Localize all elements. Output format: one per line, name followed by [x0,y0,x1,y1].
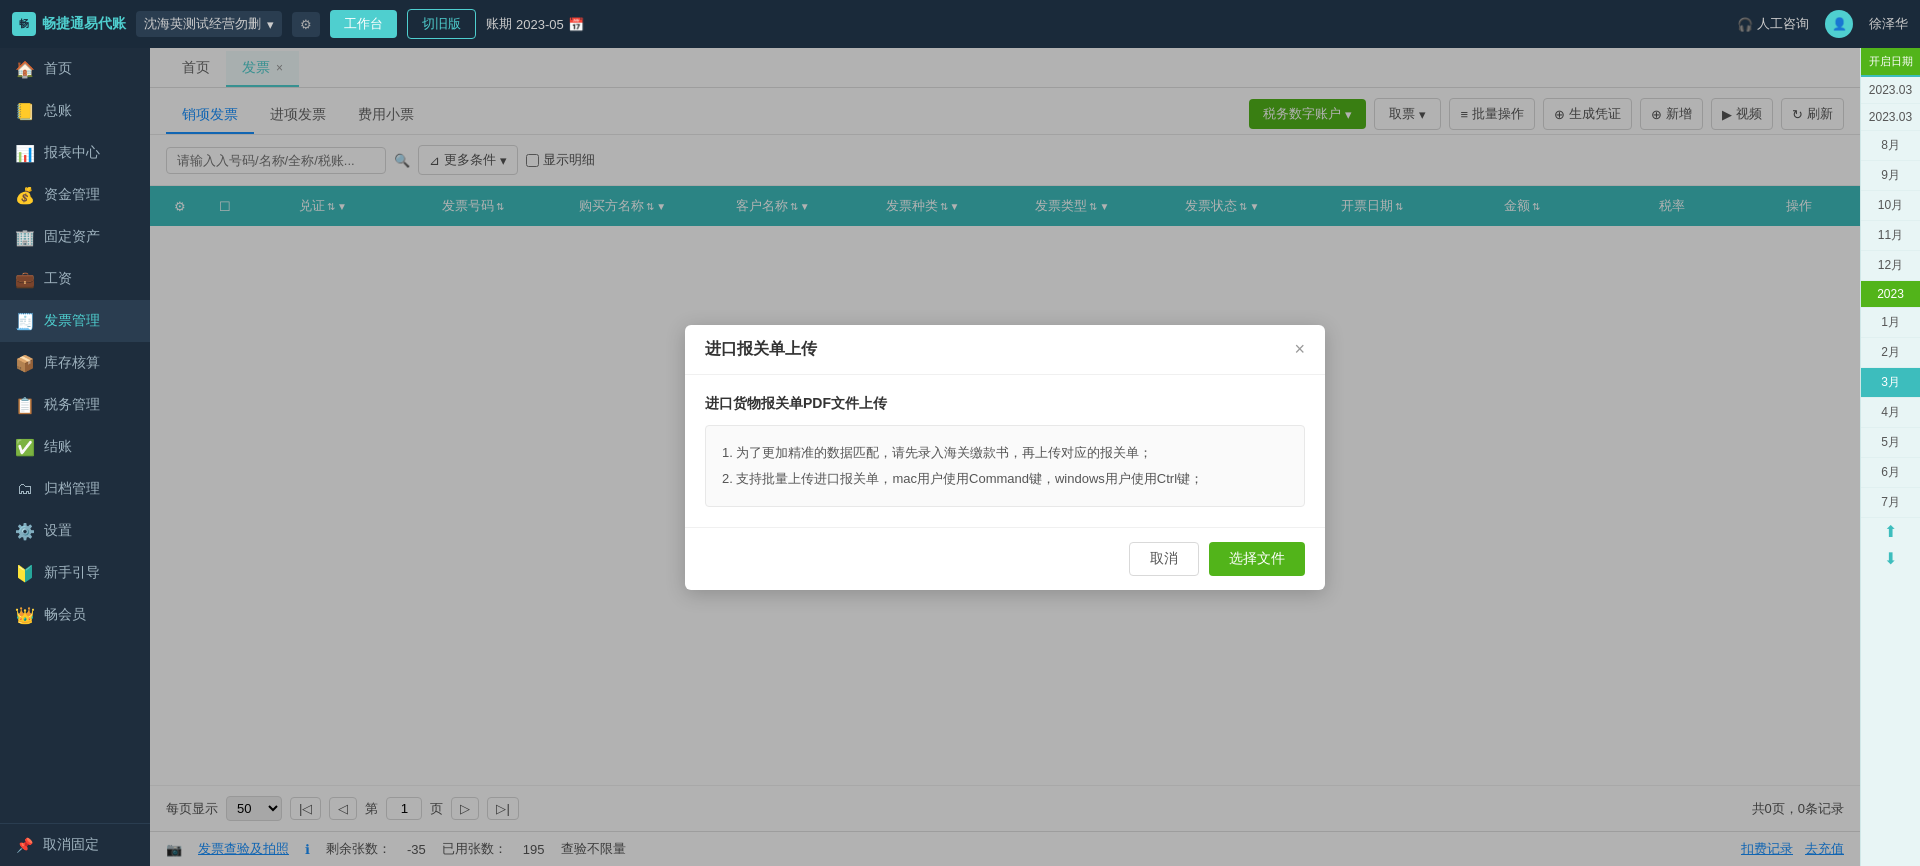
open-account-btn[interactable]: 开启日期 [1861,48,1920,75]
company-name: 沈海英测试经营勿删 [144,15,261,33]
sidebar-item-label: 总账 [44,102,72,120]
member-icon: 👑 [16,606,34,624]
calendar-icon[interactable]: 📅 [568,17,584,32]
archive-icon: 🗂 [16,480,34,498]
modal-close-btn[interactable]: × [1294,339,1305,360]
company-selector[interactable]: 沈海英测试经营勿删 ▾ [136,11,282,37]
period-item-0[interactable]: 2023.03 [1861,77,1920,104]
report-icon: 📊 [16,144,34,162]
period-item-7[interactable]: 2023 [1861,281,1920,308]
fund-icon: 💰 [16,186,34,204]
home-icon: 🏠 [16,60,34,78]
upload-info-box: 1. 为了更加精准的数据匹配，请先录入海关缴款书，再上传对应的报关单； 2. 支… [705,425,1305,507]
period-item-11[interactable]: 4月 [1861,398,1920,428]
headset-icon: 🎧 [1737,17,1753,32]
period-item-3[interactable]: 9月 [1861,161,1920,191]
pin-icon: 📌 [16,837,33,853]
sidebar-item-ledger[interactable]: 📒 总账 [0,90,150,132]
modal-header: 进口报关单上传 × [685,325,1325,375]
sidebar-item-asset[interactable]: 🏢 固定资产 [0,216,150,258]
sidebar-item-label: 发票管理 [44,312,100,330]
company-action-btn[interactable]: ⚙ [292,12,320,37]
sidebar-item-home[interactable]: 🏠 首页 [0,48,150,90]
sidebar-bottom: 📌 取消固定 [0,823,150,866]
right-panel: 开启日期 期间选择 2023.03 2023.03 8月 9月 10月 11月 … [1860,48,1920,866]
upload-info-item-1: 1. 为了更加精准的数据匹配，请先录入海关缴款书，再上传对应的报关单； [722,440,1288,466]
main-layout: 🏠 首页 📒 总账 📊 报表中心 💰 资金管理 🏢 固定资产 💼 工资 [0,48,1920,866]
user-avatar: 👤 [1825,10,1853,38]
period-item-9[interactable]: 2月 [1861,338,1920,368]
sidebar-item-label: 报表中心 [44,144,100,162]
top-bar-right: 🎧 人工咨询 👤 徐泽华 [1737,10,1908,38]
ledger-icon: 📒 [16,102,34,120]
sidebar-item-salary[interactable]: 💼 工资 [0,258,150,300]
modal-overlay[interactable]: 进口报关单上传 × 进口货物报关单PDF文件上传 1. 为了更加精准的数据匹配，… [150,48,1860,866]
sidebar-item-inventory[interactable]: 📦 库存核算 [0,342,150,384]
sidebar-item-label: 设置 [44,522,72,540]
sidebar-item-archive[interactable]: 🗂 归档管理 [0,468,150,510]
sidebar-item-label: 首页 [44,60,72,78]
logo-icon: 畅 [12,12,36,36]
period-item-8[interactable]: 1月 [1861,308,1920,338]
settlement-icon: ✅ [16,438,34,456]
period-item-13[interactable]: 6月 [1861,458,1920,488]
period-item-5[interactable]: 11月 [1861,221,1920,251]
asset-icon: 🏢 [16,228,34,246]
sidebar-item-label: 资金管理 [44,186,100,204]
sidebar-item-guide[interactable]: 🔰 新手引导 [0,552,150,594]
modal-title: 进口报关单上传 [705,339,817,360]
invoice-icon: 🧾 [16,312,34,330]
period-info: 账期 2023-05 📅 [486,15,584,33]
select-file-btn[interactable]: 选择文件 [1209,542,1305,576]
user-name: 徐泽华 [1869,15,1908,33]
guide-icon: 🔰 [16,564,34,582]
inventory-icon: 📦 [16,354,34,372]
period-value: 2023-05 [516,17,564,32]
tax-icon: 📋 [16,396,34,414]
period-item-14[interactable]: 7月 [1861,488,1920,518]
sidebar-item-label: 新手引导 [44,564,100,582]
sidebar-item-member[interactable]: 👑 畅会员 [0,594,150,636]
sidebar-item-tax[interactable]: 📋 税务管理 [0,384,150,426]
upload-section-title: 进口货物报关单PDF文件上传 [705,395,1305,413]
import-modal: 进口报关单上传 × 进口货物报关单PDF文件上传 1. 为了更加精准的数据匹配，… [685,325,1325,590]
period-item-4[interactable]: 10月 [1861,191,1920,221]
period-item-6[interactable]: 12月 [1861,251,1920,281]
sidebar-item-label: 固定资产 [44,228,100,246]
sidebar-item-fund[interactable]: 💰 资金管理 [0,174,150,216]
sidebar-item-invoice[interactable]: 🧾 发票管理 [0,300,150,342]
collapse-up-btn[interactable]: ⬆ [1861,518,1920,545]
collapse-down-btn[interactable]: ⬇ [1861,545,1920,572]
sidebar-item-label: 库存核算 [44,354,100,372]
upload-info-item-2: 2. 支持批量上传进口报关单，mac用户使用Command键，windows用户… [722,466,1288,492]
app-name: 畅捷通易代账 [42,15,126,33]
cancel-fixed-btn[interactable]: 📌 取消固定 [0,824,150,866]
switch-version-btn[interactable]: 切旧版 [407,9,476,39]
sidebar: 🏠 首页 📒 总账 📊 报表中心 💰 资金管理 🏢 固定资产 💼 工资 [0,48,150,866]
salary-icon: 💼 [16,270,34,288]
period-item-12[interactable]: 5月 [1861,428,1920,458]
content-area: 首页 发票 × 销项发票 进项发票 费用小票 [150,48,1860,866]
sidebar-item-label: 归档管理 [44,480,100,498]
chevron-down-icon: ▾ [267,17,274,32]
sidebar-item-label: 畅会员 [44,606,86,624]
sidebar-item-label: 结账 [44,438,72,456]
sidebar-item-label: 税务管理 [44,396,100,414]
logo: 畅 畅捷通易代账 [12,12,126,36]
period-item-1[interactable]: 2023.03 [1861,104,1920,131]
period-item-2[interactable]: 8月 [1861,131,1920,161]
top-bar: 畅 畅捷通易代账 沈海英测试经营勿删 ▾ ⚙ 工作台 切旧版 账期 2023-0… [0,0,1920,48]
modal-body: 进口货物报关单PDF文件上传 1. 为了更加精准的数据匹配，请先录入海关缴款书，… [685,375,1325,527]
sidebar-item-settings[interactable]: ⚙️ 设置 [0,510,150,552]
sidebar-item-report[interactable]: 📊 报表中心 [0,132,150,174]
workbench-btn[interactable]: 工作台 [330,10,397,38]
sidebar-item-settlement[interactable]: ✅ 结账 [0,426,150,468]
modal-footer: 取消 选择文件 [685,527,1325,590]
customer-service-btn[interactable]: 🎧 人工咨询 [1737,15,1809,33]
sidebar-item-label: 工资 [44,270,72,288]
period-item-10[interactable]: 3月 [1861,368,1920,398]
app-container: 畅 畅捷通易代账 沈海英测试经营勿删 ▾ ⚙ 工作台 切旧版 账期 2023-0… [0,0,1920,866]
settings-icon: ⚙️ [16,522,34,540]
cancel-modal-btn[interactable]: 取消 [1129,542,1199,576]
